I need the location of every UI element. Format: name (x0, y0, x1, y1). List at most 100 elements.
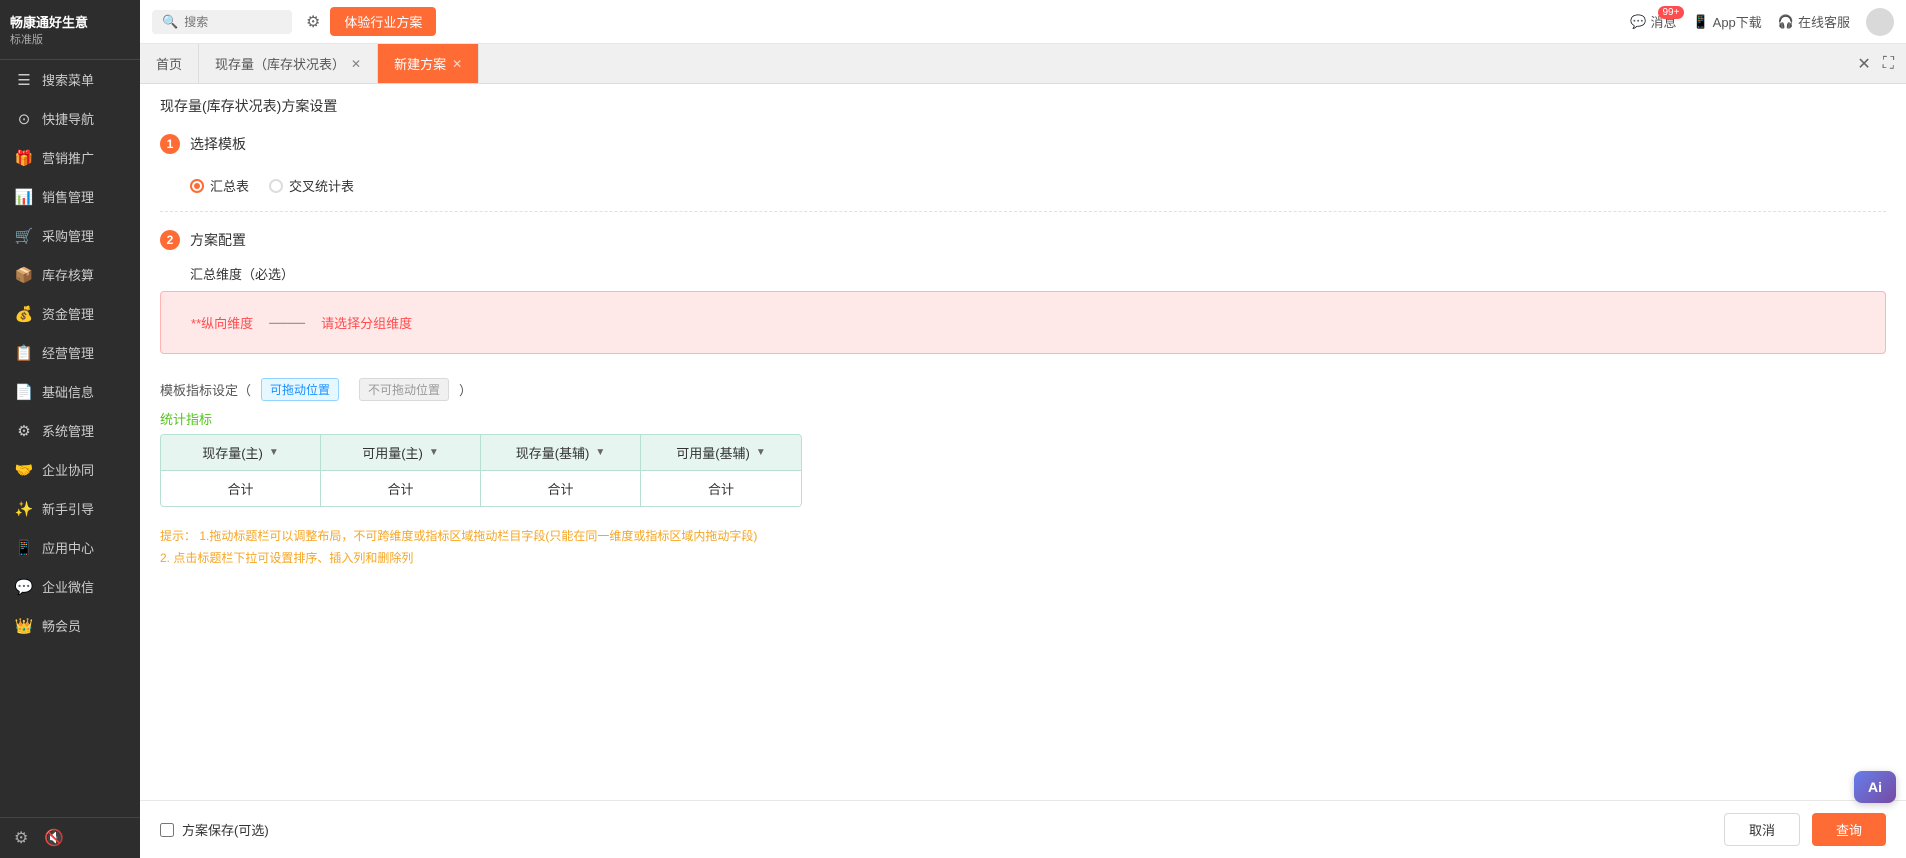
sidebar-item-quick-nav[interactable]: ⊙ 快捷导航 (0, 99, 140, 138)
radio-summary-label: 汇总表 (210, 176, 249, 195)
sidebar-label-new-guide: 新手引导 (42, 499, 94, 518)
expand-icon[interactable]: ⛶ (1879, 53, 1898, 75)
footer: 方案保存(可选) 取消 查询 (140, 800, 1906, 858)
dropdown-arrow-3[interactable]: ▼ (756, 447, 766, 458)
tab-new-scheme-close[interactable]: ✕ (452, 57, 462, 71)
dropdown-arrow-1[interactable]: ▼ (429, 447, 439, 458)
content-inner: 现存量(库存状况表)方案设置 1 选择模板 汇总表 交叉统计表 2 (140, 84, 1906, 858)
step2-label: 方案配置 (190, 230, 246, 250)
sidebar-item-new-guide[interactable]: ✨ 新手引导 (0, 489, 140, 528)
template-indicator-suffix: ） (459, 380, 472, 399)
avatar[interactable] (1866, 8, 1894, 36)
sidebar-item-basic-info[interactable]: 📄 基础信息 (0, 372, 140, 411)
stats-col-label-3: 可用量(基辅) (676, 443, 750, 462)
dimension-section-label: 汇总维度（必选） (140, 260, 1906, 291)
sidebar-label-system: 系统管理 (42, 421, 94, 440)
stats-body-row: 合计合计合计合计 (161, 470, 801, 506)
sidebar-item-enterprise[interactable]: 🤝 企业协同 (0, 450, 140, 489)
stats-body-cell-0: 合计 (161, 471, 321, 506)
close-tab-icon[interactable]: ✕ (1853, 52, 1874, 76)
stats-body-cell-3: 合计 (641, 471, 801, 506)
sidebar-item-system[interactable]: ⚙ 系统管理 (0, 411, 140, 450)
stats-header-cell-2[interactable]: 现存量(基辅)▼ (481, 435, 641, 470)
online-service-item[interactable]: 🎧 在线客服 (1778, 12, 1850, 31)
divider-1 (160, 211, 1886, 212)
ai-button[interactable]: Ai (1854, 771, 1896, 803)
search-icon: 🔍 (162, 14, 178, 30)
sidebar-icon-marketing: 🎁 (14, 149, 34, 167)
sidebar-icon-finance: 💰 (14, 305, 34, 323)
sidebar-item-purchase[interactable]: 🛒 采购管理 (0, 216, 140, 255)
stats-section-label: 统计指标 (160, 409, 1886, 428)
sidebar-label-marketing: 营销推广 (42, 148, 94, 167)
dropdown-arrow-2[interactable]: ▼ (595, 447, 605, 458)
tab-home[interactable]: 首页 (140, 44, 199, 83)
headset-icon: 🎧 (1778, 14, 1794, 30)
app-download-label: App下载 (1713, 12, 1762, 31)
content-area: 现存量(库存状况表)方案设置 1 选择模板 汇总表 交叉统计表 2 (140, 84, 1906, 858)
sidebar-label-sales: 销售管理 (42, 187, 94, 206)
tab-inventory-close[interactable]: ✕ (351, 57, 361, 71)
stats-col-label-1: 可用量(主) (362, 443, 423, 462)
stats-body-cell-2: 合计 (481, 471, 641, 506)
sidebar-item-business[interactable]: 📋 经营管理 (0, 333, 140, 372)
step1-label: 选择模板 (190, 134, 246, 154)
sidebar-label-search-menu: 搜索菜单 (42, 70, 94, 89)
radio-summary[interactable]: 汇总表 (190, 176, 249, 195)
stats-header-cell-1[interactable]: 可用量(主) ▼ (321, 435, 481, 470)
sidebar-label-inventory: 库存核算 (42, 265, 94, 284)
stats-header-cell-0[interactable]: 现存量(主) ▼ (161, 435, 321, 470)
tab-new-scheme[interactable]: 新建方案 ✕ (378, 44, 479, 83)
messages-item[interactable]: 💬 消息 99+ (1630, 12, 1676, 31)
query-button[interactable]: 查询 (1812, 813, 1886, 846)
sidebar-item-wechat[interactable]: 💬 企业微信 (0, 567, 140, 606)
radio-cross-label: 交叉统计表 (289, 176, 354, 195)
phone-icon: 📱 (1692, 14, 1708, 30)
topbar-gear-icon[interactable]: ⚙ (306, 12, 320, 32)
stats-col-label-0: 现存量(主) (202, 443, 263, 462)
sidebar-icon-business: 📋 (14, 344, 34, 362)
tips-line2: 2. 点击标题栏下拉可设置排序、插入列和删除列 (160, 548, 1886, 570)
step1-header: 1 选择模板 (140, 124, 1906, 164)
sidebar-item-member[interactable]: 👑 畅会员 (0, 606, 140, 645)
online-service-label: 在线客服 (1798, 12, 1850, 31)
sidebar-item-inventory[interactable]: 📦 库存核算 (0, 255, 140, 294)
save-checkbox[interactable] (160, 823, 174, 837)
main-area: 🔍 ⚙ 体验行业方案 💬 消息 99+ 📱 App下载 🎧 在线客服 首页 (140, 0, 1906, 858)
sidebar-item-marketing[interactable]: 🎁 营销推广 (0, 138, 140, 177)
radio-cross[interactable]: 交叉统计表 (269, 176, 354, 195)
app-title: 畅康通好生意 (10, 12, 130, 31)
sidebar-icon-member: 👑 (14, 617, 34, 635)
tips-intro: 提示： (160, 529, 196, 543)
indicator-settings: 模板指标设定（ 可拖动位置 不可拖动位置 ） (140, 370, 1906, 409)
sidebar-label-business: 经营管理 (42, 343, 94, 362)
tab-inventory-status[interactable]: 现存量（库存状况表） ✕ (199, 44, 378, 83)
sidebar-label-member: 畅会员 (42, 616, 81, 635)
sidebar-item-app-center[interactable]: 📱 应用中心 (0, 528, 140, 567)
search-input[interactable] (184, 15, 264, 29)
stats-header-cell-3[interactable]: 可用量(基辅) ▼ (641, 435, 801, 470)
topbar: 🔍 ⚙ 体验行业方案 💬 消息 99+ 📱 App下载 🎧 在线客服 (140, 0, 1906, 44)
search-box[interactable]: 🔍 (152, 10, 292, 34)
dim-placeholder[interactable]: 请选择分组维度 (321, 313, 412, 332)
message-icon: 💬 (1630, 14, 1646, 30)
sidebar-icon-system: ⚙ (14, 422, 34, 440)
save-label: 方案保存(可选) (182, 820, 269, 839)
sound-icon[interactable]: 🔇 (44, 828, 64, 848)
settings-icon[interactable]: ⚙ (14, 828, 28, 848)
sidebar-item-finance[interactable]: 💰 资金管理 (0, 294, 140, 333)
sidebar-item-search-menu[interactable]: ☰ 搜索菜单 (0, 60, 140, 99)
sidebar-item-sales[interactable]: 📊 销售管理 (0, 177, 140, 216)
step1-number: 1 (160, 134, 180, 154)
app-download-item[interactable]: 📱 App下载 (1692, 12, 1761, 31)
app-subtitle: 标准版 (10, 31, 130, 47)
cancel-button[interactable]: 取消 (1724, 813, 1800, 846)
dropdown-arrow-0[interactable]: ▼ (269, 447, 279, 458)
industry-btn[interactable]: 体验行业方案 (330, 7, 436, 36)
vertical-dim-text: *纵向维度 (196, 316, 253, 331)
dim-dash: —— (269, 312, 305, 333)
sidebar-icon-enterprise: 🤝 (14, 461, 34, 479)
tab-home-label: 首页 (156, 54, 182, 73)
dimension-area: **纵向维度 —— 请选择分组维度 (160, 291, 1886, 354)
draggable-badge: 可拖动位置 (261, 378, 339, 401)
